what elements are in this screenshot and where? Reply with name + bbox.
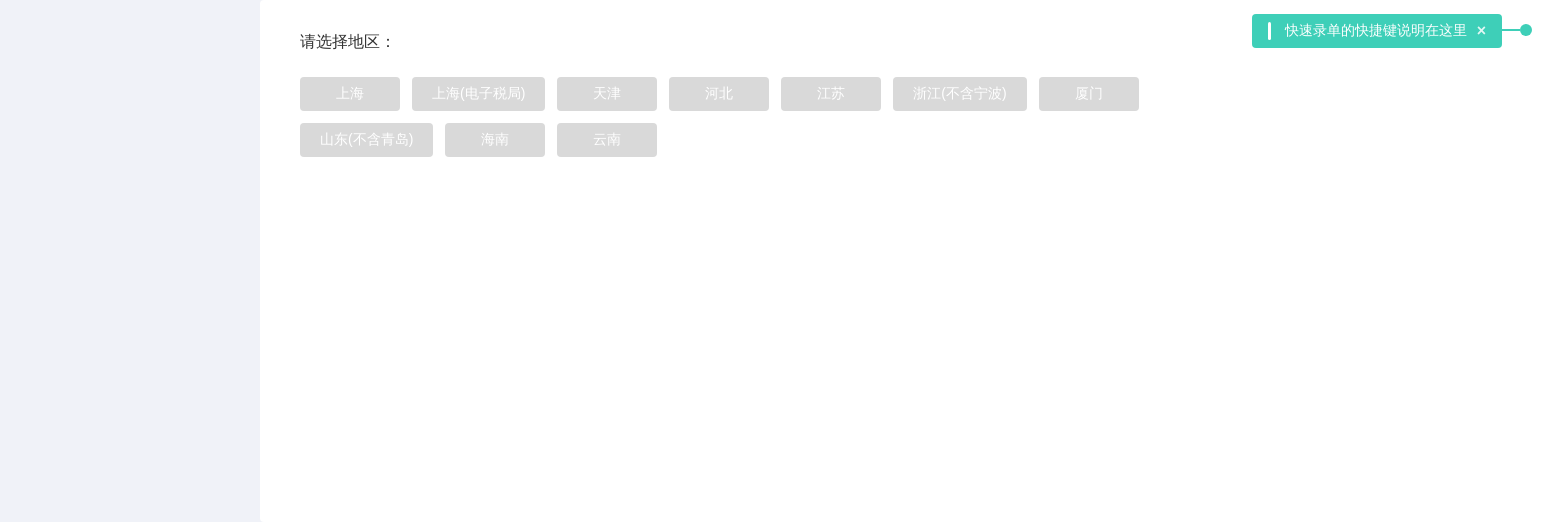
region-buttons-row1: 上海上海(电子税局) 天津河北江苏浙江(不含宁波) 厦门 bbox=[300, 77, 1522, 111]
tooltip-banner: 快速录单的快捷键说明在这里 × bbox=[1252, 14, 1502, 48]
region-buttons-row2: 山东(不含青岛) 海南云南 bbox=[300, 123, 1522, 157]
region-button[interactable]: 天津 bbox=[557, 77, 657, 111]
tooltip-connector-dot bbox=[1520, 24, 1532, 36]
region-button[interactable]: 海南 bbox=[445, 123, 545, 157]
region-button[interactable]: 江苏 bbox=[781, 77, 881, 111]
tooltip-text: 快速录单的快捷键说明在这里 bbox=[1285, 22, 1467, 40]
region-button[interactable]: 河北 bbox=[669, 77, 769, 111]
region-button[interactable]: 云南 bbox=[557, 123, 657, 157]
main-content: 请选择地区： 上海上海(电子税局)天津河北江苏浙江(不含宁波)厦门 山东(不含青… bbox=[260, 0, 1562, 522]
region-button[interactable]: 厦门 bbox=[1039, 77, 1139, 111]
region-button[interactable]: 山东(不含青岛) bbox=[300, 123, 433, 157]
region-button[interactable]: 上海 bbox=[300, 77, 400, 111]
sidebar bbox=[0, 0, 260, 522]
tooltip-close-button[interactable]: × bbox=[1477, 22, 1486, 40]
tooltip-connector-line bbox=[1502, 29, 1520, 31]
region-button[interactable]: 浙江(不含宁波) bbox=[893, 77, 1026, 111]
region-button[interactable]: 上海(电子税局) bbox=[412, 77, 545, 111]
